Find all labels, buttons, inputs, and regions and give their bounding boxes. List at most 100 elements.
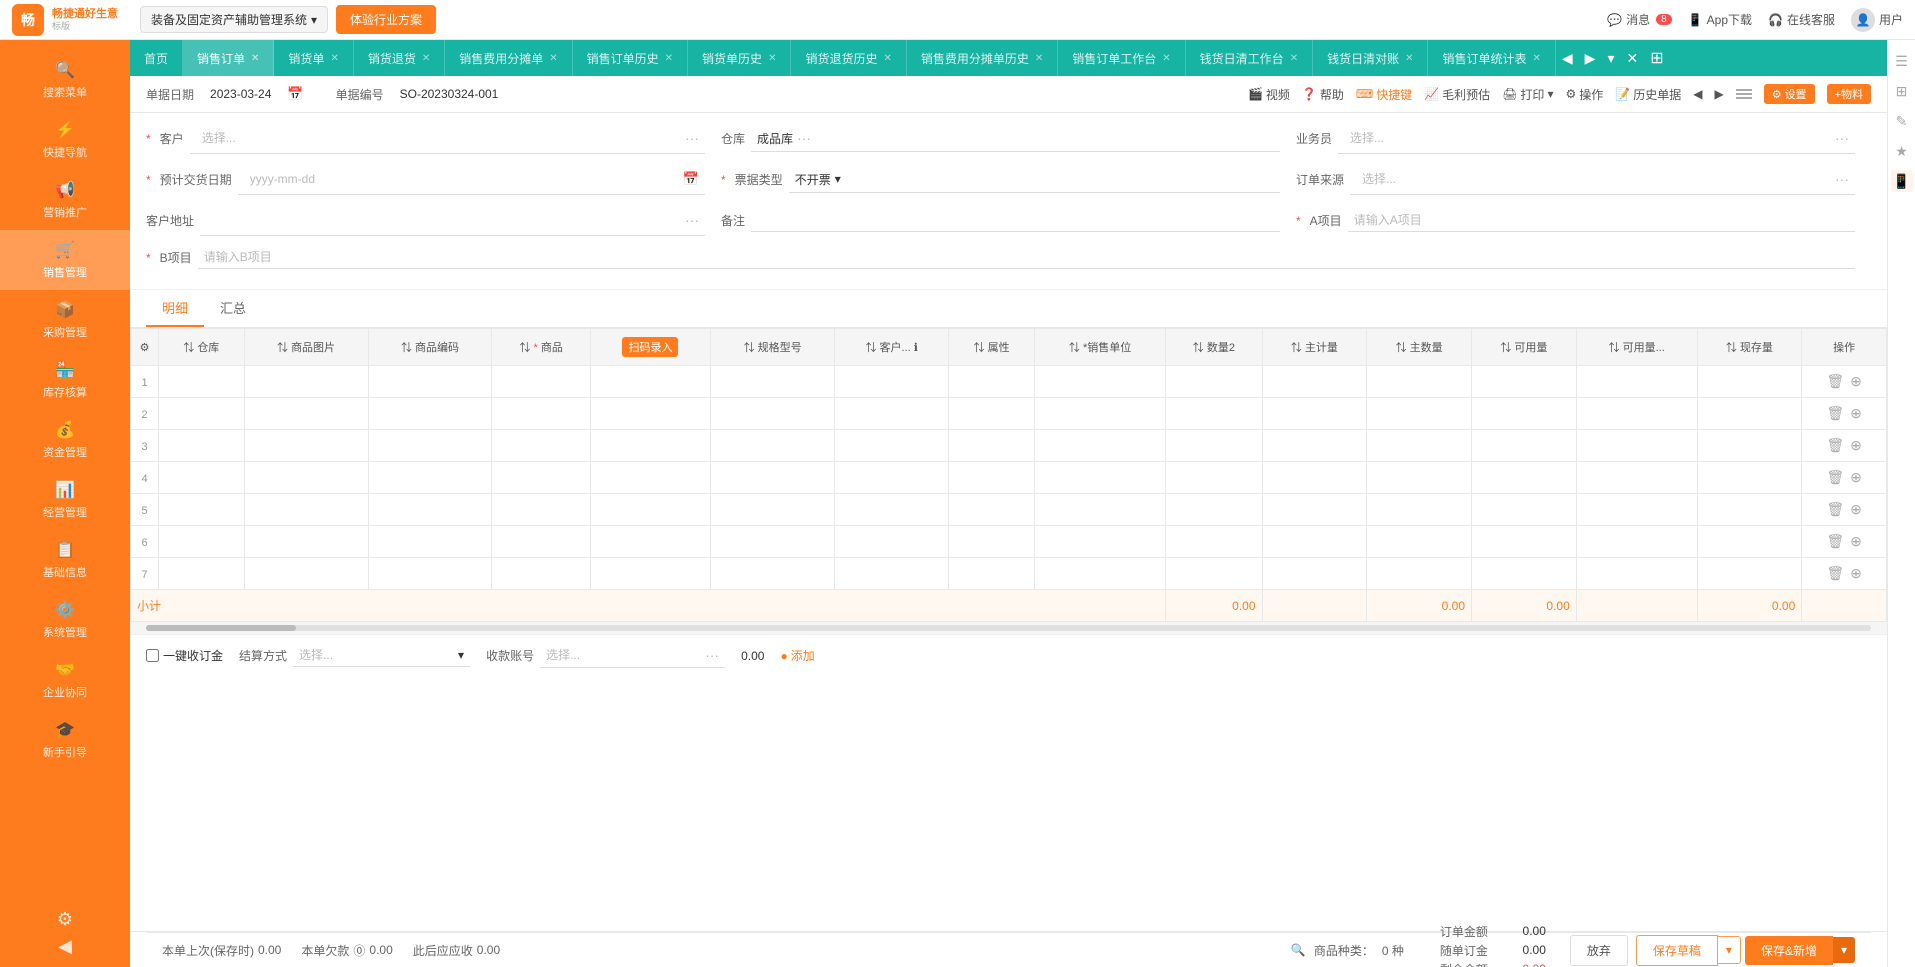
row-1-spec[interactable] (711, 366, 835, 398)
a-project-input[interactable] (1348, 209, 1855, 232)
row-1-main-unit[interactable] (1262, 366, 1367, 398)
profit-button[interactable]: 📈 毛利预估 (1424, 86, 1490, 103)
one-click-input[interactable] (146, 649, 159, 662)
tab-summary[interactable]: 汇总 (204, 290, 262, 327)
order-source-dots[interactable]: ··· (1835, 171, 1849, 187)
operation-button[interactable]: ⚙ 操作 (1565, 86, 1603, 103)
row-2-copy-icon[interactable]: ⊕ (1850, 405, 1862, 422)
right-panel-btn-3[interactable]: ✎ (1891, 110, 1913, 132)
sidebar-item-guide[interactable]: 🎓 新手引导 (0, 710, 130, 770)
scrollbar-thumb[interactable] (146, 625, 296, 631)
add-material-button[interactable]: +物料 (1827, 84, 1871, 104)
tab-nav-dropdown[interactable]: ▾ (1601, 50, 1620, 67)
row-1-qty2[interactable] (1166, 366, 1262, 398)
col-settings[interactable]: ⚙ (131, 329, 159, 366)
staff-dots[interactable]: ··· (1835, 130, 1849, 146)
settings-button[interactable]: ⚙ 设置 (1764, 84, 1815, 104)
add-payment-btn[interactable]: ● 添加 (780, 647, 814, 664)
row-5-copy-icon[interactable]: ⊕ (1850, 501, 1862, 518)
tab-expand[interactable]: ⊞ (1644, 48, 1669, 68)
save-new-dropdown[interactable]: ▾ (1833, 937, 1855, 963)
view-button[interactable]: 🎬 视频 (1248, 86, 1290, 103)
right-panel-btn-4[interactable]: ★ (1891, 140, 1913, 162)
calendar-icon[interactable]: 📅 (287, 86, 303, 102)
sidebar-item-enterprise[interactable]: 🤝 企业协同 (0, 650, 130, 710)
scrollbar-track[interactable] (146, 625, 1871, 631)
settings-bottom-icon[interactable]: ⚙ (57, 909, 73, 930)
tab-close-sales-return[interactable]: ✕ (330, 53, 338, 64)
b-project-input[interactable] (198, 246, 1855, 269)
shortcut-button[interactable]: ⌨ 快捷键 (1356, 86, 1412, 103)
sidebar-item-marketing[interactable]: 📢 营销推广 (0, 170, 130, 230)
help-button[interactable]: ❓ 帮助 (1302, 86, 1344, 103)
history-button[interactable]: 📝 历史单据 (1615, 86, 1681, 103)
row-1-warehouse[interactable] (159, 366, 245, 398)
right-panel-btn-5[interactable]: 📱 (1891, 170, 1913, 192)
tab-cash-daily-workbench[interactable]: 钱货日清工作台 ✕ (1186, 40, 1313, 76)
order-source-input[interactable] (1356, 168, 1831, 190)
row-1-code[interactable] (368, 366, 492, 398)
tab-close-sales-order[interactable]: ✕ (251, 53, 259, 64)
save-new-button[interactable]: 保存&新增 (1745, 936, 1833, 965)
industry-button[interactable]: 体验行业方案 (336, 5, 436, 34)
discard-button[interactable]: 放弃 (1570, 935, 1628, 966)
tab-close-all[interactable]: ✕ (1620, 50, 1644, 67)
tab-close-cash-daily-workbench[interactable]: ✕ (1290, 53, 1298, 64)
scan-input-btn[interactable]: 扫码录入 (622, 337, 678, 357)
row-2-delete-icon[interactable]: 🗑 (1826, 405, 1844, 422)
settle-dropdown-icon[interactable]: ▾ (458, 648, 464, 662)
tab-detail[interactable]: 明细 (146, 290, 204, 327)
sidebar-item-capital[interactable]: 💰 资金管理 (0, 410, 130, 470)
tab-home[interactable]: 首页 (130, 40, 183, 76)
address-input[interactable] (206, 209, 681, 231)
row-1-delete-icon[interactable]: 🗑 (1826, 373, 1844, 390)
nav-next-icon[interactable]: ▶ (1714, 87, 1723, 101)
tab-sales-workbench[interactable]: 销售订单工作台 ✕ (1058, 40, 1185, 76)
customer-dots[interactable]: ··· (685, 130, 699, 146)
app-download-button[interactable]: 📱 App下载 (1688, 11, 1752, 28)
row-7-copy-icon[interactable]: ⊕ (1850, 565, 1862, 582)
account-input[interactable] (546, 648, 701, 662)
tab-close-cash-reconcile[interactable]: ✕ (1405, 53, 1413, 64)
save-draft-button[interactable]: 保存草稿 (1636, 935, 1718, 966)
row-3-delete-icon[interactable]: 🗑 (1826, 437, 1844, 454)
user-avatar[interactable]: 👤 用户 (1851, 8, 1903, 32)
nav-prev-icon[interactable]: ◀ (1693, 87, 1702, 101)
tab-sales-order[interactable]: 销售订单 ✕ (183, 40, 274, 76)
row-1-unit[interactable] (1034, 366, 1165, 398)
remark-input[interactable] (751, 209, 1280, 232)
list-view-icon[interactable] (1736, 89, 1752, 99)
tab-return-goods[interactable]: 销货退货 ✕ (354, 40, 445, 76)
tab-close-return-goods-history[interactable]: ✕ (883, 53, 891, 64)
scrollbar-area[interactable] (130, 622, 1887, 634)
save-draft-dropdown[interactable]: ▾ (1718, 936, 1741, 964)
row-1-copy-icon[interactable]: ⊕ (1850, 373, 1862, 390)
account-dots[interactable]: ··· (705, 647, 719, 663)
delivery-calendar-icon[interactable]: 📅 (683, 171, 699, 187)
sidebar-item-system[interactable]: ⚙️ 系统管理 (0, 590, 130, 650)
warehouse-dots[interactable]: ··· (797, 130, 811, 146)
one-click-checkbox[interactable]: 一键收订金 (146, 647, 223, 664)
tab-close-sales-stats[interactable]: ✕ (1533, 53, 1541, 64)
tab-close-return-goods[interactable]: ✕ (422, 53, 430, 64)
right-panel-btn-1[interactable]: ☰ (1891, 50, 1913, 72)
print-button[interactable]: 🖨 打印 ▾ (1502, 86, 1553, 103)
tab-sales-stats[interactable]: 销售订单统计表 ✕ (1428, 40, 1555, 76)
collapse-icon[interactable]: ◀ (58, 936, 72, 957)
tab-close-sales-expense-split[interactable]: ✕ (549, 53, 557, 64)
tab-nav-next[interactable]: ▶ (1579, 50, 1602, 67)
tab-close-sales-expense-history[interactable]: ✕ (1035, 53, 1043, 64)
tab-nav-prev[interactable]: ◀ (1556, 50, 1579, 67)
sidebar-item-sales[interactable]: 🛒 销售管理 (0, 230, 130, 290)
tab-sales-order-history[interactable]: 销售订单历史 ✕ (573, 40, 688, 76)
tab-sales-expense-split[interactable]: 销售费用分摊单 ✕ (445, 40, 572, 76)
sidebar-item-base-info[interactable]: 📋 基础信息 (0, 530, 130, 590)
sidebar-item-operations[interactable]: 📊 经营管理 (0, 470, 130, 530)
tab-close-sales-order-history[interactable]: ✕ (665, 53, 673, 64)
row-4-delete-icon[interactable]: 🗑 (1826, 469, 1844, 486)
tab-cash-reconcile[interactable]: 钱货日清对账 ✕ (1313, 40, 1428, 76)
row-6-delete-icon[interactable]: 🗑 (1826, 533, 1844, 550)
row-1-customer[interactable] (835, 366, 949, 398)
sidebar-item-inventory[interactable]: 🏪 库存核算 (0, 350, 130, 410)
row-1-attr[interactable] (949, 366, 1035, 398)
